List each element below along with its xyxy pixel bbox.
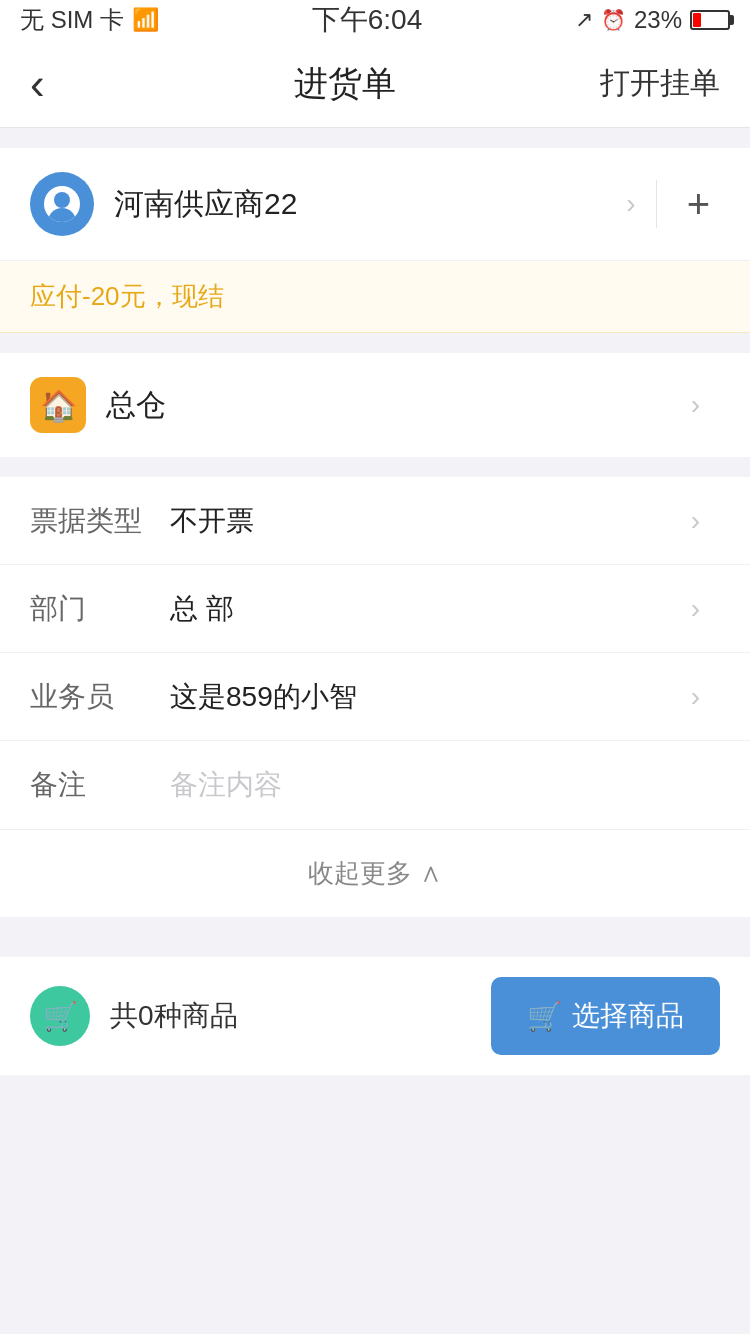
status-left: 无 SIM 卡 📶 — [20, 4, 159, 36]
section-gap-3 — [0, 917, 750, 937]
product-icon-symbol: 🛒 — [43, 1000, 78, 1033]
select-product-icon: 🛒 — [527, 1000, 562, 1033]
bottom-area — [0, 1075, 750, 1334]
supplier-chevron-icon: › — [626, 188, 635, 220]
status-right: ↗ ⏰ 23% — [575, 6, 730, 34]
salesman-chevron-icon: › — [691, 681, 700, 713]
salesman-label: 业务员 — [30, 678, 150, 716]
invoice-chevron-icon: › — [691, 505, 700, 537]
time-label: 下午6:04 — [312, 1, 423, 39]
warehouse-name: 总仓 — [106, 385, 691, 426]
invoice-type-row[interactable]: 票据类型 不开票 › — [0, 477, 750, 565]
supplier-section: 河南供应商22 › + 应付-20元，现结 — [0, 148, 750, 333]
open-pending-button[interactable]: 打开挂单 — [600, 63, 720, 104]
carrier-label: 无 SIM 卡 — [20, 4, 124, 36]
warehouse-chevron-icon: › — [691, 389, 700, 421]
section-gap-1 — [0, 128, 750, 148]
warehouse-icon: 🏠 — [30, 377, 86, 433]
avatar-person-icon — [44, 186, 80, 222]
notice-bar: 应付-20元，现结 — [0, 261, 750, 333]
add-supplier-button[interactable]: + — [677, 182, 720, 227]
supplier-row[interactable]: 河南供应商22 › + — [0, 148, 750, 261]
warehouse-icon-symbol: 🏠 — [40, 388, 77, 423]
nav-bar: ‹ 进货单 打开挂单 — [0, 40, 750, 128]
salesman-row[interactable]: 业务员 这是859的小智 › — [0, 653, 750, 741]
location-icon: ↗ — [575, 7, 593, 33]
alarm-icon: ⏰ — [601, 8, 626, 32]
divider — [656, 180, 657, 228]
product-bar: 🛒 共0种商品 🛒 选择商品 — [0, 957, 750, 1075]
form-section: 票据类型 不开票 › 部门 总 部 › 业务员 这是859的小智 › 备注 备注… — [0, 477, 750, 829]
remark-input[interactable]: 备注内容 — [150, 766, 720, 804]
battery-label: 23% — [634, 6, 682, 34]
department-value: 总 部 — [150, 590, 691, 628]
department-chevron-icon: › — [691, 593, 700, 625]
warehouse-row[interactable]: 🏠 总仓 › — [0, 353, 750, 457]
supplier-avatar — [30, 172, 94, 236]
status-bar: 无 SIM 卡 📶 下午6:04 ↗ ⏰ 23% — [0, 0, 750, 40]
salesman-value: 这是859的小智 — [150, 678, 691, 716]
remark-row[interactable]: 备注 备注内容 — [0, 741, 750, 829]
wifi-icon: 📶 — [132, 7, 159, 33]
remark-label: 备注 — [30, 766, 150, 804]
invoice-label: 票据类型 — [30, 502, 150, 540]
notice-text: 应付-20元，现结 — [30, 281, 224, 311]
department-row[interactable]: 部门 总 部 › — [0, 565, 750, 653]
back-button[interactable]: ‹ — [30, 59, 90, 109]
collapse-button[interactable]: 收起更多 ∧ — [0, 829, 750, 917]
select-product-button[interactable]: 🛒 选择商品 — [491, 977, 720, 1055]
select-product-label: 选择商品 — [572, 997, 684, 1035]
product-icon: 🛒 — [30, 986, 90, 1046]
page-title: 进货单 — [294, 61, 396, 107]
section-gap-2 — [0, 333, 750, 353]
warehouse-section: 🏠 总仓 › — [0, 353, 750, 457]
invoice-value: 不开票 — [150, 502, 691, 540]
battery-icon — [690, 10, 730, 30]
department-label: 部门 — [30, 590, 150, 628]
product-count: 共0种商品 — [110, 997, 491, 1035]
supplier-name: 河南供应商22 — [114, 184, 626, 225]
